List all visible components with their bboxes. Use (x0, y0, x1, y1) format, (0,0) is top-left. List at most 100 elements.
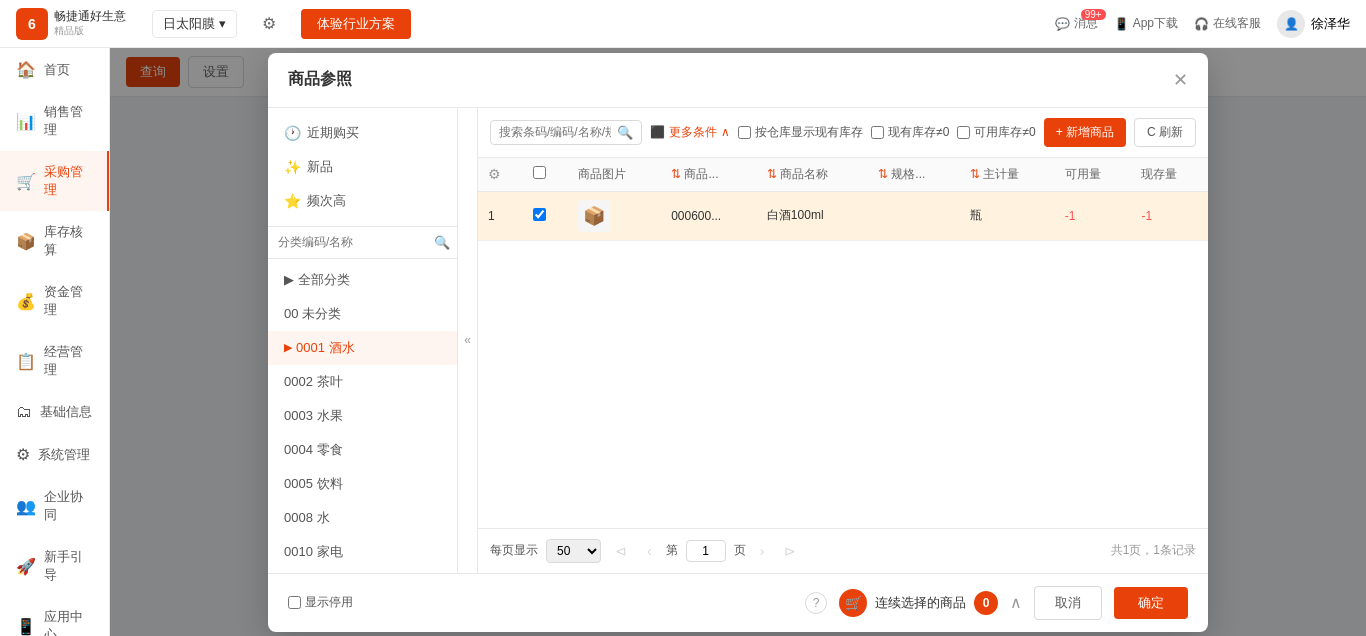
sidebar-item-system[interactable]: ⚙ 系统管理 (0, 433, 109, 476)
online-service-label: 在线客服 (1213, 15, 1261, 32)
category-search-input[interactable] (278, 235, 428, 249)
page-input[interactable] (686, 540, 726, 562)
footer-right: ? 🛒 连续选择的商品 0 ∧ 取消 确定 (805, 586, 1188, 620)
row-checkbox[interactable] (533, 208, 546, 221)
check-by-warehouse-label[interactable]: 按仓库显示现有库存 (738, 124, 863, 141)
category-item-0008-label: 0008 水 (284, 509, 330, 527)
show-disabled-checkbox[interactable] (288, 596, 301, 609)
sidebar-item-finance[interactable]: 💰 资金管理 (0, 271, 109, 331)
inventory-icon: 📦 (16, 232, 36, 251)
category-item-0002[interactable]: 0002 茶叶 (268, 365, 457, 399)
category-tabs: 🕐 近期购买 ✨ 新品 ⭐ 频次高 (268, 108, 457, 227)
product-search-icon[interactable]: 🔍 (617, 125, 633, 140)
guide-icon: 🚀 (16, 557, 36, 576)
new-icon: ✨ (284, 159, 301, 175)
sidebar-item-app[interactable]: 📱 应用中心 (0, 596, 109, 636)
navbar: 6 畅捷通好生意 精品版 日太阳膜 ▾ ⚙ 体验行业方案 💬 消息 99+ 📱 … (0, 0, 1366, 48)
col-settings[interactable]: ⚙ (478, 158, 523, 192)
row-checkbox-cell[interactable] (523, 191, 568, 240)
online-service-item[interactable]: 🎧 在线客服 (1194, 15, 1261, 32)
sidebar-item-basic-info[interactable]: 🗂 基础信息 (0, 391, 109, 433)
filter-more-button[interactable]: ⬛ 更多条件 ∧ (650, 124, 730, 141)
category-item-0010[interactable]: 0010 家电 (268, 535, 457, 569)
select-all-checkbox[interactable] (533, 166, 546, 179)
sidebar-item-guide[interactable]: 🚀 新手引导 (0, 536, 109, 596)
refresh-button[interactable]: C 刷新 (1134, 118, 1196, 147)
modal-title: 商品参照 (288, 69, 352, 90)
category-panel: 🕐 近期购买 ✨ 新品 ⭐ 频次高 (268, 108, 458, 573)
modal-close-button[interactable]: ✕ (1173, 69, 1188, 91)
app-download-label: App下载 (1133, 15, 1178, 32)
operations-icon: 📋 (16, 352, 36, 371)
col-spec[interactable]: ⇅ 规格... (868, 158, 960, 192)
category-item-0001[interactable]: ▶ 0001 酒水 (268, 331, 457, 365)
toolbar-right: + 新增商品 C 刷新 (1044, 118, 1196, 147)
category-item-0005[interactable]: 0005 饮料 (268, 467, 457, 501)
col-name-sort-icon: ⇅ (767, 167, 777, 181)
page-total-info: 共1页，1条记录 (1111, 542, 1196, 559)
gear-button[interactable]: ⚙ (253, 8, 285, 40)
col-name[interactable]: ⇅ 商品名称 (757, 158, 868, 192)
category-search-icon[interactable]: 🔍 (434, 235, 450, 250)
new-products-tab[interactable]: ✨ 新品 (268, 150, 457, 184)
username: 徐泽华 (1311, 15, 1350, 33)
modal-overlay: 商品参照 ✕ 🕐 近期购买 ✨ 新 (110, 48, 1366, 636)
category-search: 🔍 (268, 227, 457, 259)
experience-button[interactable]: 体验行业方案 (301, 9, 411, 39)
all-categories-item[interactable]: ▶ 全部分类 (268, 263, 457, 297)
prev-page-button[interactable]: ‹ (641, 541, 658, 561)
high-frequency-tab[interactable]: ⭐ 频次高 (268, 184, 457, 218)
cart-area[interactable]: 🛒 连续选择的商品 0 (839, 589, 998, 617)
category-item-0004[interactable]: 0004 零食 (268, 433, 457, 467)
col-code[interactable]: ⇅ 商品... (661, 158, 757, 192)
col-checkbox[interactable] (523, 158, 568, 192)
recent-purchase-label: 近期购买 (307, 124, 359, 142)
filter-more-label: 更多条件 (669, 124, 717, 141)
collapse-up-button[interactable]: ∧ (1010, 593, 1022, 612)
per-page-label: 每页显示 (490, 542, 538, 559)
recent-purchase-tab[interactable]: 🕐 近期购买 (268, 116, 457, 150)
check-existing-input[interactable] (871, 126, 884, 139)
col-unit[interactable]: ⇅ 主计量 (960, 158, 1055, 192)
sidebar-item-collab[interactable]: 👥 企业协同 (0, 476, 109, 536)
sidebar-item-operations[interactable]: 📋 经营管理 (0, 331, 109, 391)
messages-nav-item[interactable]: 💬 消息 99+ (1055, 15, 1098, 32)
sidebar-item-inventory[interactable]: 📦 库存核算 (0, 211, 109, 271)
category-item-0008[interactable]: 0008 水 (268, 501, 457, 535)
freq-icon: ⭐ (284, 193, 301, 209)
product-search-input[interactable] (499, 125, 611, 139)
last-page-button[interactable]: ⊳ (778, 541, 802, 561)
help-icon[interactable]: ? (805, 592, 827, 614)
store-name: 日太阳膜 (163, 15, 215, 33)
store-selector[interactable]: 日太阳膜 ▾ (152, 10, 237, 38)
footer-left: 显示停用 (288, 594, 353, 611)
table-row[interactable]: 1 📦 000600... 白酒100ml 瓶 (478, 191, 1208, 240)
next-page-button[interactable]: › (754, 541, 771, 561)
col-unit-sort-icon: ⇅ (970, 167, 980, 181)
all-categories-arrow: ▶ (284, 272, 294, 287)
sidebar-item-sales[interactable]: 📊 销售管理 (0, 91, 109, 151)
check-by-warehouse-input[interactable] (738, 126, 751, 139)
category-item-00[interactable]: 00 未分类 (268, 297, 457, 331)
category-item-0003[interactable]: 0003 水果 (268, 399, 457, 433)
confirm-button[interactable]: 确定 (1114, 587, 1188, 619)
sidebar-item-operations-label: 经营管理 (44, 343, 93, 379)
sidebar-item-home[interactable]: 🏠 首页 (0, 48, 109, 91)
app-download-item[interactable]: 📱 App下载 (1114, 15, 1178, 32)
first-page-button[interactable]: ⊲ (609, 541, 633, 561)
check-available-label[interactable]: 可用库存≠0 (957, 124, 1035, 141)
per-page-select[interactable]: 50 100 (546, 539, 601, 563)
add-product-button[interactable]: + 新增商品 (1044, 118, 1126, 147)
check-available-input[interactable] (957, 126, 970, 139)
avatar: 👤 (1277, 10, 1305, 38)
row-image-cell: 📦 (568, 191, 661, 240)
sidebar-item-finance-label: 资金管理 (44, 283, 93, 319)
user-area[interactable]: 👤 徐泽华 (1277, 10, 1350, 38)
check-existing-label[interactable]: 现有库存≠0 (871, 124, 949, 141)
show-disabled-label[interactable]: 显示停用 (288, 594, 353, 611)
cancel-button[interactable]: 取消 (1034, 586, 1102, 620)
sidebar-item-purchase[interactable]: 🛒 采购管理 (0, 151, 109, 211)
cart-label: 连续选择的商品 (875, 594, 966, 612)
row-spec-cell (868, 191, 960, 240)
collapse-panel-button[interactable]: « (458, 108, 478, 573)
